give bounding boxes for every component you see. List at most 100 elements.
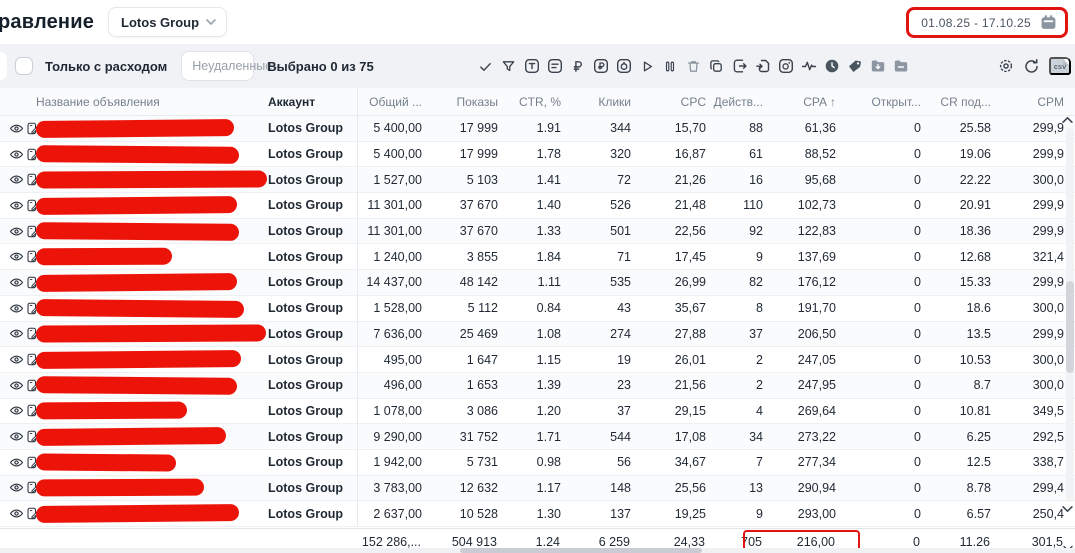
- move-to-folder-icon[interactable]: [870, 54, 887, 78]
- redacted-ad-name: [35, 298, 245, 318]
- csv-export-button[interactable]: csv: [1049, 57, 1071, 75]
- text-ad-icon[interactable]: [523, 54, 540, 78]
- col-clicks[interactable]: Клики: [561, 95, 631, 109]
- cell-total-spend: 3 783,00: [373, 480, 422, 495]
- copy-icon[interactable]: [708, 54, 725, 78]
- account-selector-label: Lotos Group: [121, 14, 200, 30]
- cell-impressions: 5 112: [467, 301, 498, 316]
- date-range-picker[interactable]: 01.08.25 - 17.10.25: [906, 7, 1068, 38]
- view-eye-icon[interactable]: [9, 480, 24, 495]
- total-spend: 152 286,...: [361, 534, 421, 549]
- cell-ctr: 1.17: [536, 480, 561, 495]
- view-eye-icon[interactable]: [9, 172, 24, 187]
- date-range-text: 01.08.25 - 17.10.25: [921, 15, 1031, 30]
- tag-icon[interactable]: [847, 54, 864, 78]
- cell-impressions: 31 752: [459, 429, 498, 444]
- top-bar: равление Lotos Group 01.08.25 - 17.10.25: [0, 0, 1075, 44]
- col-ad-name[interactable]: Название объявления: [36, 95, 268, 109]
- cut-off-control[interactable]: [0, 52, 7, 80]
- duplicate-to-icon[interactable]: [754, 54, 771, 78]
- pause-icon[interactable]: [662, 54, 679, 78]
- cell-opened: 0: [914, 403, 921, 418]
- cell-clicks: 71: [617, 249, 631, 264]
- table-row: Lotos Group 14 437,00 48 142 1.11 535 26…: [0, 270, 1075, 296]
- total-cpc: 24,33: [673, 534, 705, 549]
- cell-cpm: 300,0: [1032, 352, 1064, 367]
- only-with-spend-checkbox[interactable]: [15, 57, 33, 75]
- table-row: Lotos Group 11 301,00 37 670 1.40 526 21…: [0, 193, 1075, 219]
- col-actions[interactable]: Действ...: [706, 95, 763, 109]
- history-clock-icon[interactable]: [823, 54, 840, 78]
- account-selector[interactable]: Lotos Group: [108, 7, 228, 37]
- col-cpa-sorted[interactable]: CPA ↑: [763, 95, 836, 109]
- cell-total-spend: 14 437,00: [366, 275, 422, 290]
- col-cpc[interactable]: CPC: [631, 95, 706, 109]
- banner-ad-icon[interactable]: [546, 54, 563, 78]
- col-cr[interactable]: CR под...: [921, 95, 991, 109]
- cell-total-spend: 1 078,00: [373, 403, 422, 418]
- view-eye-icon[interactable]: [9, 326, 24, 341]
- account-cell: Lotos Group: [268, 455, 343, 470]
- cell-impressions: 12 632: [459, 480, 498, 495]
- start-icon[interactable]: [639, 54, 656, 78]
- cell-actions: 13: [749, 480, 763, 495]
- cell-ctr: 1.39: [536, 378, 561, 393]
- total-impressions: 504 913: [451, 534, 497, 549]
- select-all-icon[interactable]: [477, 54, 494, 78]
- archive-folder-icon[interactable]: [893, 54, 910, 78]
- view-eye-icon[interactable]: [9, 147, 24, 162]
- cell-total-spend: 11 301,00: [367, 198, 422, 213]
- cell-opened: 0: [914, 352, 921, 367]
- settings-gear-icon[interactable]: [997, 54, 1014, 78]
- col-impressions[interactable]: Показы: [422, 95, 498, 109]
- view-eye-icon[interactable]: [9, 455, 24, 470]
- view-eye-icon[interactable]: [9, 275, 24, 290]
- view-eye-icon[interactable]: [9, 198, 24, 213]
- cell-total-spend: 1 942,00: [373, 455, 422, 470]
- cell-ctr: 1.15: [536, 352, 561, 367]
- redacted-ad-name: [35, 479, 205, 497]
- cell-opened: 0: [914, 506, 921, 521]
- view-eye-icon[interactable]: [9, 121, 24, 136]
- view-eye-icon[interactable]: [9, 352, 24, 367]
- price-icon[interactable]: [592, 54, 609, 78]
- horizontal-scrollbar-thumb[interactable]: [460, 548, 702, 553]
- col-total-spend[interactable]: Общий ...: [358, 95, 422, 109]
- scroll-down-icon[interactable]: [1062, 505, 1073, 513]
- view-eye-icon[interactable]: [9, 403, 24, 418]
- cell-actions: 37: [749, 326, 763, 341]
- delete-icon[interactable]: [685, 54, 702, 78]
- col-opened[interactable]: Открыт...: [836, 95, 921, 109]
- export-icon[interactable]: [731, 54, 748, 78]
- scroll-top-icon[interactable]: [1062, 116, 1073, 124]
- refresh-icon[interactable]: [1023, 54, 1040, 78]
- view-eye-icon[interactable]: [9, 378, 24, 393]
- redacted-ad-name: [35, 324, 267, 343]
- page-title: равление: [0, 10, 95, 33]
- status-filter-select[interactable]: Неудаленные: [181, 51, 281, 81]
- cell-impressions: 37 670: [459, 198, 498, 213]
- timer-icon[interactable]: [616, 54, 633, 78]
- filter-icon[interactable]: [500, 54, 517, 78]
- redacted-ad-name: [35, 402, 188, 420]
- ruble-icon[interactable]: [569, 54, 586, 78]
- col-ctr[interactable]: CTR, %: [498, 95, 561, 109]
- vertical-scrollbar-thumb[interactable]: [1066, 281, 1074, 373]
- cell-clicks: 501: [610, 224, 631, 239]
- view-eye-icon[interactable]: [9, 506, 24, 521]
- cell-actions: 34: [749, 429, 763, 444]
- view-eye-icon[interactable]: [9, 429, 24, 444]
- view-eye-icon[interactable]: [9, 301, 24, 316]
- stats-pulse-icon[interactable]: [800, 54, 817, 78]
- cell-actions: 61: [749, 147, 763, 162]
- col-account[interactable]: Аккаунт: [268, 95, 357, 109]
- cell-opened: 0: [914, 224, 921, 239]
- view-eye-icon[interactable]: [9, 249, 24, 264]
- col-cpm[interactable]: CPM: [991, 95, 1064, 109]
- camera-icon[interactable]: [777, 54, 794, 78]
- cell-impressions: 25 469: [459, 326, 498, 341]
- cell-clicks: 544: [610, 429, 631, 444]
- redacted-ad-name: [35, 273, 238, 292]
- cell-actions: 2: [756, 352, 763, 367]
- view-eye-icon[interactable]: [9, 224, 24, 239]
